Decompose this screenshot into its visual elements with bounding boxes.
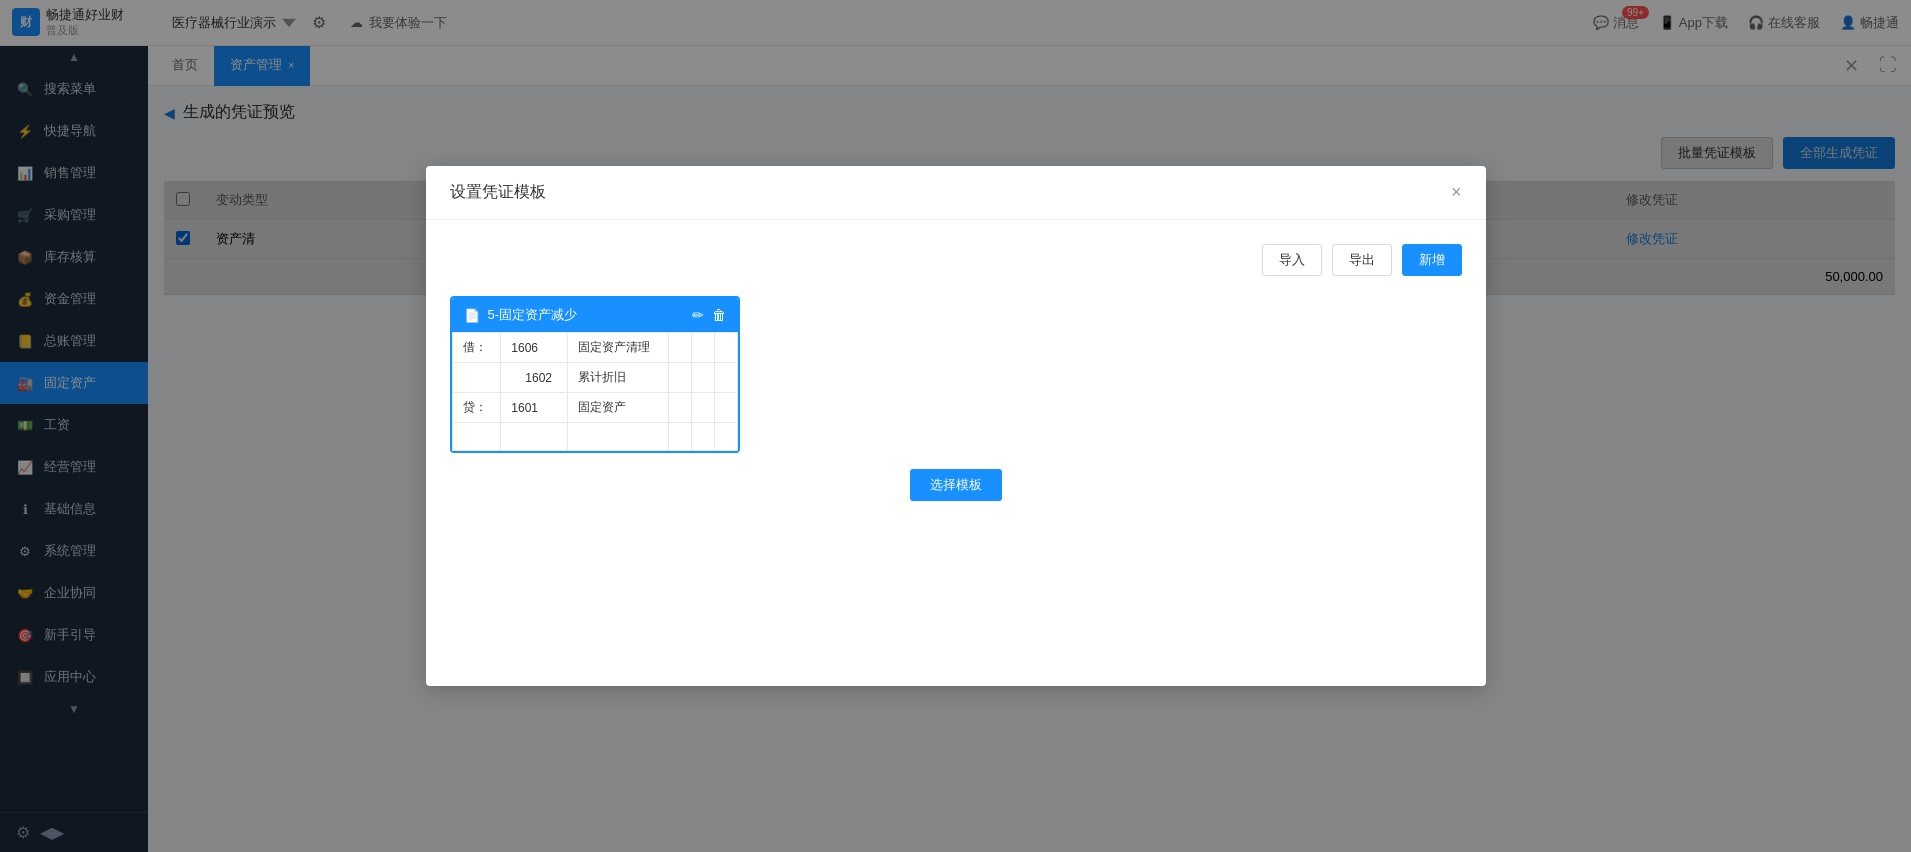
modal-title: 设置凭证模板 <box>450 182 546 203</box>
entry-account-1: 固定资产清理 <box>568 333 669 363</box>
template-empty-row <box>452 423 737 451</box>
template-entries-table: 借： 1606 固定资产清理 1602 累计折旧 <box>452 332 738 451</box>
export-button[interactable]: 导出 <box>1332 244 1392 276</box>
entry-code-1: 1606 <box>501 333 568 363</box>
voucher-template-modal: 设置凭证模板 × 导入 导出 新增 📄 5-固定资产减少 ✏ 🗑 <box>426 166 1486 686</box>
entry-account-3: 固定资产 <box>568 393 669 423</box>
template-doc-icon: 📄 <box>464 308 480 323</box>
template-title: 5-固定资产减少 <box>488 306 578 324</box>
template-header-actions: ✏ 🗑 <box>692 307 726 323</box>
template-card: 📄 5-固定资产减少 ✏ 🗑 借： 1606 固 <box>450 296 740 453</box>
modal-header: 设置凭证模板 × <box>426 166 1486 220</box>
entry-code-3: 1601 <box>501 393 568 423</box>
entry-direction-1: 借： <box>452 333 501 363</box>
template-card-header: 📄 5-固定资产减少 ✏ 🗑 <box>452 298 738 332</box>
template-header-left: 📄 5-固定资产减少 <box>464 306 578 324</box>
template-entry-row-2: 1602 累计折旧 <box>452 363 737 393</box>
modal-body: 导入 导出 新增 📄 5-固定资产减少 ✏ 🗑 <box>426 220 1486 525</box>
import-button[interactable]: 导入 <box>1262 244 1322 276</box>
entry-code-2: 1602 <box>501 363 568 393</box>
modal-top-actions: 导入 导出 新增 <box>450 244 1462 276</box>
template-delete-icon[interactable]: 🗑 <box>712 307 726 323</box>
template-body: 借： 1606 固定资产清理 1602 累计折旧 <box>452 332 738 451</box>
select-template-button[interactable]: 选择模板 <box>910 469 1002 501</box>
modal-overlay: 设置凭证模板 × 导入 导出 新增 📄 5-固定资产减少 ✏ 🗑 <box>0 0 1911 852</box>
template-entry-row: 借： 1606 固定资产清理 <box>452 333 737 363</box>
entry-direction-3: 贷： <box>452 393 501 423</box>
modal-close-button[interactable]: × <box>1451 182 1462 203</box>
new-template-button[interactable]: 新增 <box>1402 244 1462 276</box>
entry-account-2: 累计折旧 <box>568 363 669 393</box>
template-edit-icon[interactable]: ✏ <box>692 307 704 323</box>
template-entry-row-3: 贷： 1601 固定资产 <box>452 393 737 423</box>
